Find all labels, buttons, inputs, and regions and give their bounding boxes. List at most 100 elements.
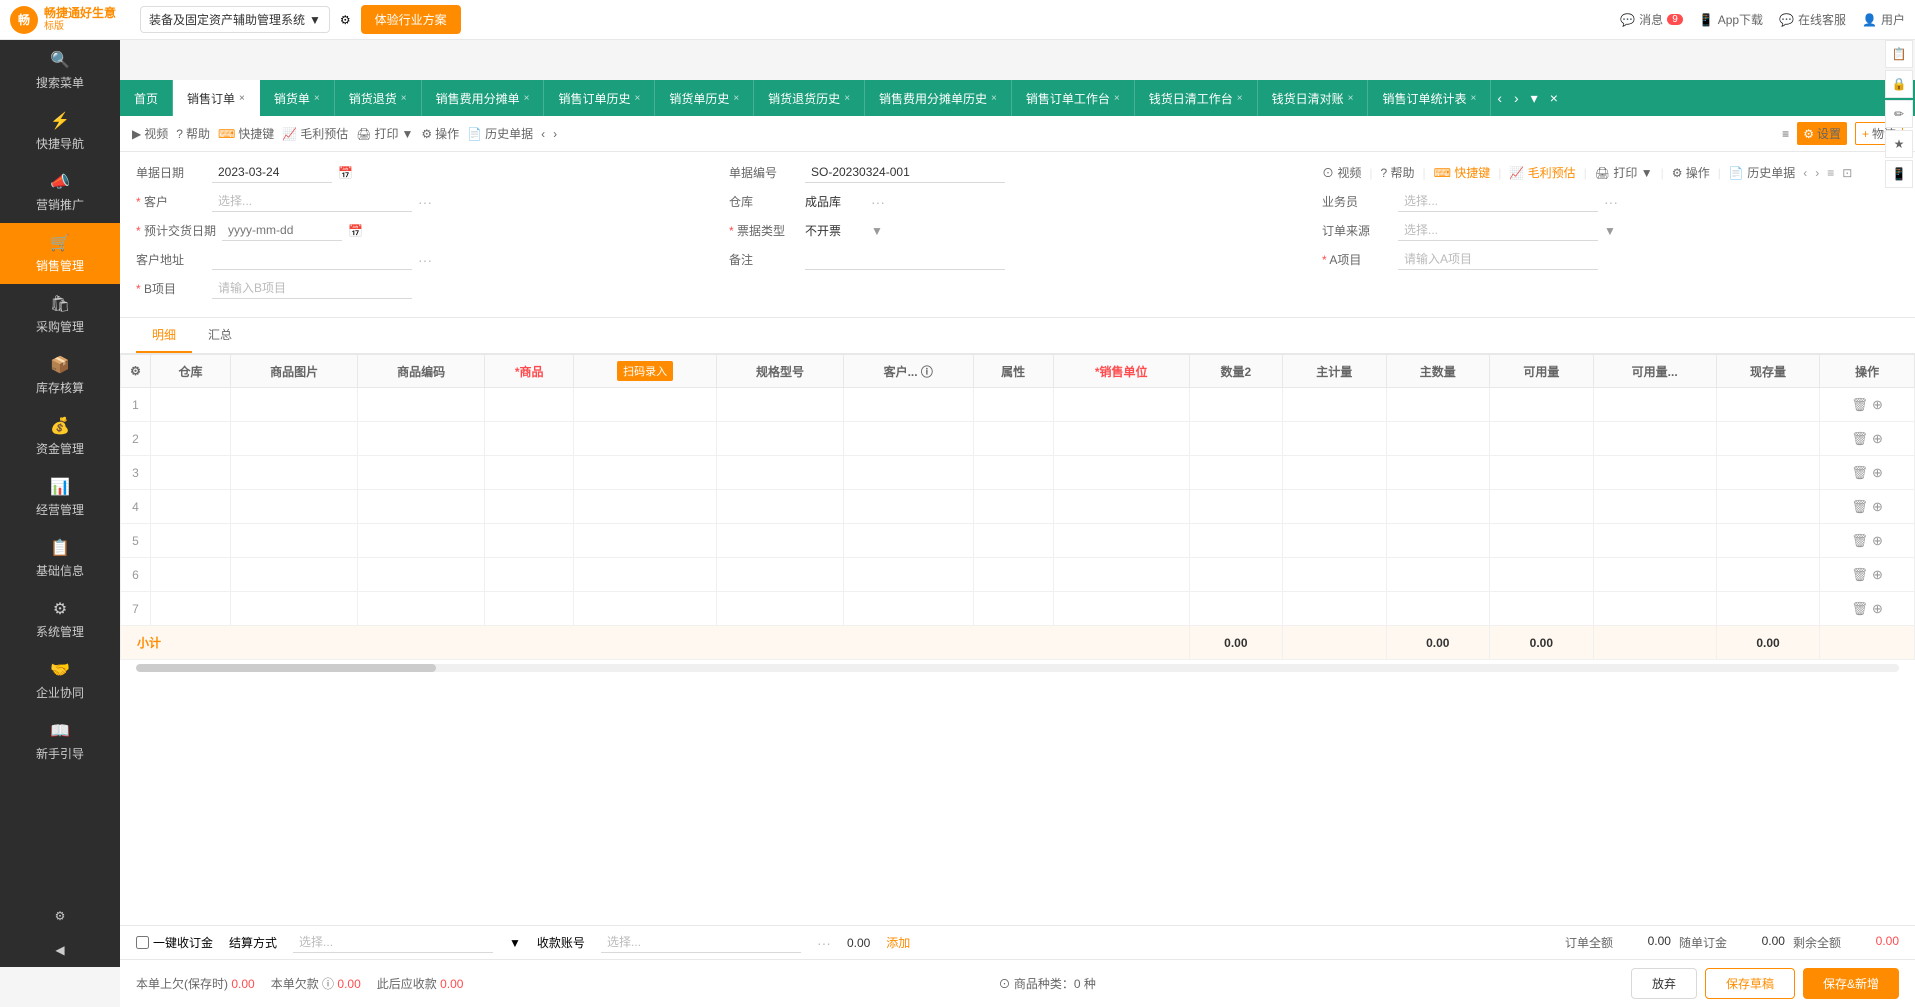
scan-input-btn[interactable]: 扫码录入 — [617, 361, 673, 381]
system-name-selector[interactable]: 装备及固定资产辅助管理系统 ▼ — [140, 6, 330, 33]
shortcut-toolbar-btn[interactable]: ⌨ 快捷键 — [1434, 164, 1491, 181]
nav-right-btn[interactable]: › — [1815, 166, 1819, 180]
solution-button[interactable]: 体验行业方案 — [361, 5, 461, 34]
tab-order-workbench[interactable]: 销售订单工作台 × — [1012, 80, 1135, 116]
app-download-btn[interactable]: 📱 App下载 — [1699, 11, 1763, 28]
operation-toolbar-btn[interactable]: ⚙ 操作 — [1672, 164, 1710, 181]
col-settings[interactable]: ⚙ — [121, 355, 151, 388]
copy-row-7[interactable]: ⊕ — [1872, 601, 1883, 617]
one-click-collect-checkbox[interactable] — [136, 936, 149, 949]
b-project-input[interactable] — [212, 278, 412, 299]
tab-next-btn[interactable]: › — [1508, 90, 1525, 106]
footer-add-btn[interactable]: 添加 — [886, 934, 910, 951]
sidebar-item-quicknav[interactable]: ⚡ 快捷导航 — [0, 101, 120, 162]
view-btn[interactable]: ▶ 视频 — [132, 125, 168, 142]
sidebar-item-marketing[interactable]: 📣 营销推广 — [0, 162, 120, 223]
online-support-btn[interactable]: 💬 在线客服 — [1779, 11, 1846, 28]
tab-daily-reconcile[interactable]: 钱货日清对账 × — [1258, 80, 1369, 116]
print-btn[interactable]: 🖨 打印 ▼ — [356, 125, 413, 142]
full-screen-btn[interactable]: ⊡ — [1842, 166, 1852, 180]
help-toolbar-btn[interactable]: ? 帮助 — [1380, 164, 1414, 181]
tab-menu-btn[interactable]: ▾ — [1525, 90, 1544, 107]
right-panel-btn-5[interactable]: 📱 — [1885, 160, 1913, 188]
tab-expense-history[interactable]: 销售费用分摊单历史 × — [865, 80, 1012, 116]
remark-input[interactable] — [805, 249, 1005, 270]
tab-close-sales-receipt[interactable]: × — [314, 93, 320, 104]
delete-row-2[interactable]: 🗑 — [1851, 431, 1868, 447]
settings-panel-btn[interactable]: ⚙ 设置 — [1797, 122, 1847, 145]
save-new-button[interactable]: 保存&新增 — [1803, 968, 1899, 999]
tab-sales-return[interactable]: 销货退货 × — [335, 80, 422, 116]
nav-left-btn[interactable]: ‹ — [1803, 166, 1807, 180]
tab-sales-order-history[interactable]: 销售订单历史 × — [544, 80, 655, 116]
tab-sales-receipt-history[interactable]: 销货单历史 × — [655, 80, 754, 116]
discard-button[interactable]: 放弃 — [1631, 968, 1697, 999]
sidebar-item-system[interactable]: ⚙ 系统管理 — [0, 589, 120, 650]
customer-input[interactable] — [212, 191, 412, 212]
sidebar-item-search[interactable]: 🔍 搜索菜单 — [0, 40, 120, 101]
profit-forecast-btn[interactable]: 📈 毛利预估 — [282, 125, 348, 142]
sidebar-item-guide[interactable]: 📖 新手引导 — [0, 711, 120, 772]
tab-close-sales-receipt-history[interactable]: × — [733, 93, 739, 104]
delete-row-4[interactable]: 🗑 — [1851, 499, 1868, 515]
operation-btn[interactable]: ⚙ 操作 — [421, 125, 459, 142]
address-more-btn[interactable]: ··· — [418, 252, 432, 268]
grid-view-btn[interactable]: ≡ — [1782, 122, 1789, 145]
tab-close-all-btn[interactable]: × — [1544, 90, 1564, 106]
payment-method-select[interactable] — [293, 932, 493, 953]
a-project-input[interactable] — [1398, 249, 1598, 270]
delete-row-7[interactable]: 🗑 — [1851, 601, 1868, 617]
staff-input[interactable] — [1398, 191, 1598, 212]
tab-close-sales-return-history[interactable]: × — [844, 93, 850, 104]
copy-row-3[interactable]: ⊕ — [1872, 465, 1883, 481]
payment-method-dropdown[interactable]: ▼ — [509, 936, 521, 950]
horizontal-scrollbar[interactable] — [136, 664, 1899, 672]
bill-date-input[interactable] — [212, 162, 332, 183]
help-btn[interactable]: ? 帮助 — [176, 125, 210, 142]
bill-no-input[interactable] — [805, 162, 1005, 183]
tab-close-sales-expense[interactable]: × — [524, 93, 530, 104]
shortcut-btn[interactable]: ⌨ 快捷键 — [218, 125, 274, 142]
delete-row-6[interactable]: 🗑 — [1851, 567, 1868, 583]
delete-row-3[interactable]: 🗑 — [1851, 465, 1868, 481]
tab-sales-receipt[interactable]: 销货单 × — [260, 80, 335, 116]
tab-sales-expense[interactable]: 销售费用分摊单 × — [422, 80, 545, 116]
settings-icon[interactable]: ⚙ — [340, 13, 351, 27]
copy-row-5[interactable]: ⊕ — [1872, 533, 1883, 549]
tab-prev-btn[interactable]: ‹ — [1491, 90, 1508, 106]
copy-row-4[interactable]: ⊕ — [1872, 499, 1883, 515]
staff-more-btn[interactable]: ··· — [1604, 194, 1618, 210]
message-btn[interactable]: 💬 消息 9 — [1620, 11, 1683, 28]
col-scan[interactable]: 扫码录入 — [574, 355, 717, 388]
copy-row-2[interactable]: ⊕ — [1872, 431, 1883, 447]
history-toolbar-btn[interactable]: 📄 历史单据 — [1729, 164, 1795, 181]
order-source-input[interactable] — [1398, 220, 1598, 241]
right-panel-btn-4[interactable]: ★ — [1885, 130, 1913, 158]
sidebar-item-finance[interactable]: 💰 资金管理 — [0, 406, 120, 467]
grid-btn[interactable]: ≡ — [1827, 166, 1834, 180]
tab-close-sales-order-history[interactable]: × — [634, 93, 640, 104]
inner-tab-summary[interactable]: 汇总 — [192, 318, 248, 353]
invoice-dropdown-icon[interactable]: ▼ — [871, 224, 883, 238]
delete-row-5[interactable]: 🗑 — [1851, 533, 1868, 549]
delivery-calendar-icon[interactable]: 📅 — [348, 224, 363, 238]
one-click-collect-label[interactable]: 一键收订金 — [136, 934, 213, 951]
tab-close-sales-return[interactable]: × — [401, 93, 407, 104]
copy-row-1[interactable]: ⊕ — [1872, 397, 1883, 413]
nav-prev-btn[interactable]: ‹ — [541, 127, 545, 141]
profit-toolbar-btn[interactable]: 📈 毛利预估 — [1509, 164, 1575, 181]
view-toolbar-btn[interactable]: ⊙ 视频 — [1322, 164, 1361, 181]
delete-row-1[interactable]: 🗑 — [1851, 397, 1868, 413]
tab-sales-return-history[interactable]: 销货退货历史 × — [754, 80, 865, 116]
sidebar-item-operations[interactable]: 📊 经营管理 — [0, 467, 120, 528]
warehouse-more-btn[interactable]: ··· — [871, 194, 885, 210]
user-menu[interactable]: 👤 用户 — [1862, 11, 1905, 28]
right-panel-btn-3[interactable]: ✏ — [1885, 100, 1913, 128]
print-toolbar-btn[interactable]: 🖨 打印 ▼ — [1595, 164, 1653, 181]
tab-close-sales-order[interactable]: × — [239, 93, 245, 104]
inner-tab-detail[interactable]: 明细 — [136, 318, 192, 353]
receipt-more-btn[interactable]: ··· — [817, 935, 831, 951]
tab-order-stats[interactable]: 销售订单统计表 × — [1368, 80, 1491, 116]
sidebar-item-purchase[interactable]: 🛍 采购管理 — [0, 284, 120, 345]
sidebar-item-enterprise[interactable]: 🤝 企业协同 — [0, 650, 120, 711]
